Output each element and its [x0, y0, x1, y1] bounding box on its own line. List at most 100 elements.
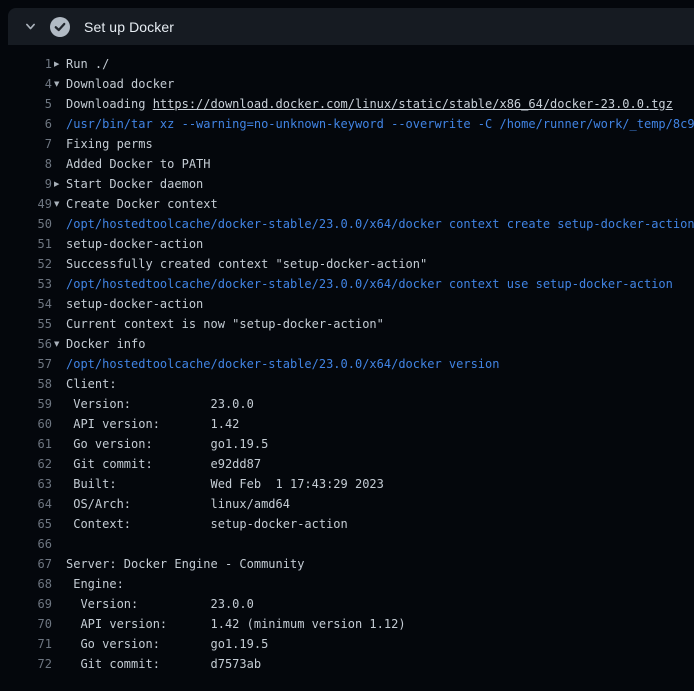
log-line: 57/opt/hostedtoolcache/docker-stable/23.… — [0, 354, 694, 374]
line-number[interactable]: 4 — [16, 74, 52, 94]
line-number[interactable]: 50 — [16, 214, 52, 234]
line-content: Go version: go1.19.5 — [66, 434, 268, 454]
line-content: /usr/bin/tar xz --warning=no-unknown-key… — [66, 114, 694, 134]
log-line: 55 Current context is now "setup-docker-a… — [0, 314, 694, 334]
line-number[interactable]: 54 — [16, 294, 52, 314]
line-number[interactable]: 51 — [16, 234, 52, 254]
log-text: Download docker — [66, 77, 174, 91]
log-line: 62 Git commit: e92dd87 — [0, 454, 694, 474]
line-number[interactable]: 61 — [16, 434, 52, 454]
log-line: 51 setup-docker-action — [0, 234, 694, 254]
log-text: Start Docker daemon — [66, 177, 203, 191]
log-line: 61 Go version: go1.19.5 — [0, 434, 694, 454]
line-content: ▼Docker info — [66, 334, 145, 354]
line-number[interactable]: 57 — [16, 354, 52, 374]
line-content: Built: Wed Feb 1 17:43:29 2023 — [66, 474, 384, 494]
group-collapsed-icon: ▶ — [54, 174, 59, 194]
log-link[interactable]: https://download.docker.com/linux/static… — [153, 97, 673, 111]
line-number[interactable]: 70 — [16, 614, 52, 634]
line-number[interactable]: 65 — [16, 514, 52, 534]
log-command-text: /opt/hostedtoolcache/docker-stable/23.0.… — [66, 217, 694, 231]
check-circle-icon — [50, 17, 70, 37]
step-title: Set up Docker — [84, 19, 174, 35]
log-text: Successfully created context "setup-dock… — [66, 257, 427, 271]
line-content: /opt/hostedtoolcache/docker-stable/23.0.… — [66, 274, 673, 294]
line-content: Engine: — [66, 574, 124, 594]
line-content: ▶Run ./ — [66, 54, 109, 74]
log-line: 52 Successfully created context "setup-do… — [0, 254, 694, 274]
log-text: Current context is now "setup-docker-act… — [66, 317, 384, 331]
line-content: Added Docker to PATH — [66, 154, 211, 174]
line-number[interactable]: 59 — [16, 394, 52, 414]
log-text: Added Docker to PATH — [66, 157, 211, 171]
line-number[interactable]: 9 — [16, 174, 52, 194]
line-number[interactable]: 8 — [16, 154, 52, 174]
line-content: OS/Arch: linux/amd64 — [66, 494, 290, 514]
log-line: 58 Client: — [0, 374, 694, 394]
log-text: Git commit: d7573ab — [66, 657, 261, 671]
line-number[interactable]: 63 — [16, 474, 52, 494]
line-number[interactable]: 55 — [16, 314, 52, 334]
line-number[interactable]: 6 — [16, 114, 52, 134]
line-number[interactable]: 53 — [16, 274, 52, 294]
log-line: 8 Added Docker to PATH — [0, 154, 694, 174]
line-number[interactable]: 68 — [16, 574, 52, 594]
log-line: 70 API version: 1.42 (minimum version 1.… — [0, 614, 694, 634]
log-group-line[interactable]: 49▼ Create Docker context — [0, 194, 694, 214]
log-line: 64 OS/Arch: linux/amd64 — [0, 494, 694, 514]
log-line: 60 API version: 1.42 — [0, 414, 694, 434]
log-command-text: /opt/hostedtoolcache/docker-stable/23.0.… — [66, 357, 499, 371]
group-expanded-icon: ▼ — [54, 334, 59, 354]
log-group-line[interactable]: 1 ▶Run ./ — [0, 54, 694, 74]
log-line: 54 setup-docker-action — [0, 294, 694, 314]
log-text: Go version: go1.19.5 — [66, 637, 268, 651]
line-number[interactable]: 71 — [16, 634, 52, 654]
log-console: 1▶Run ./4▼Download docker5Downloading ht… — [0, 45, 694, 674]
log-line: 50/opt/hostedtoolcache/docker-stable/23.… — [0, 214, 694, 234]
line-number[interactable]: 58 — [16, 374, 52, 394]
line-content: Client: — [66, 374, 117, 394]
line-number[interactable]: 72 — [16, 654, 52, 674]
log-line: 53/opt/hostedtoolcache/docker-stable/23.… — [0, 274, 694, 294]
line-content: ▶Start Docker daemon — [66, 174, 203, 194]
line-content: ▼Download docker — [66, 74, 174, 94]
log-group-line[interactable]: 9▶Start Docker daemon — [0, 174, 694, 194]
line-number[interactable]: 62 — [16, 454, 52, 474]
line-number[interactable]: 66 — [16, 534, 52, 554]
log-line: 59 Version: 23.0.0 — [0, 394, 694, 414]
log-text: API version: 1.42 — [66, 417, 239, 431]
log-text: setup-docker-action — [66, 297, 203, 311]
log-text: Context: setup-docker-action — [66, 517, 348, 531]
line-number[interactable]: 49 — [16, 194, 52, 214]
log-line: 67Server: Docker Engine - Community — [0, 554, 694, 574]
line-number[interactable]: 64 — [16, 494, 52, 514]
log-text: Docker info — [66, 337, 145, 351]
line-number[interactable]: 60 — [16, 414, 52, 434]
log-group-line[interactable]: 4▼Download docker — [0, 74, 694, 94]
line-content: Fixing perms — [66, 134, 153, 154]
line-number[interactable]: 69 — [16, 594, 52, 614]
group-expanded-icon: ▼ — [54, 74, 59, 94]
log-line: 68 Engine: — [0, 574, 694, 594]
line-content: Successfully created context "setup-dock… — [66, 254, 427, 274]
log-text: Create Docker context — [66, 197, 218, 211]
line-content: setup-docker-action — [66, 294, 203, 314]
log-line: 5Downloading https://download.docker.com… — [0, 94, 694, 114]
line-content: API version: 1.42 — [66, 414, 239, 434]
line-number[interactable]: 5 — [16, 94, 52, 114]
log-group-line[interactable]: 56▼Docker info — [0, 334, 694, 354]
log-text: setup-docker-action — [66, 237, 203, 251]
chevron-down-icon[interactable] — [19, 16, 41, 38]
line-content: /opt/hostedtoolcache/docker-stable/23.0.… — [66, 214, 694, 234]
group-expanded-icon: ▼ — [54, 194, 59, 214]
line-number[interactable]: 67 — [16, 554, 52, 574]
log-text: Built: Wed Feb 1 17:43:29 2023 — [66, 477, 384, 491]
log-text: Version: 23.0.0 — [66, 597, 254, 611]
step-header[interactable]: Set up Docker — [8, 8, 694, 45]
line-number[interactable]: 56 — [16, 334, 52, 354]
line-number[interactable]: 52 — [16, 254, 52, 274]
group-collapsed-icon: ▶ — [54, 54, 59, 74]
line-number[interactable]: 7 — [16, 134, 52, 154]
line-content: Git commit: e92dd87 — [66, 454, 261, 474]
line-number[interactable]: 1 — [16, 54, 52, 74]
